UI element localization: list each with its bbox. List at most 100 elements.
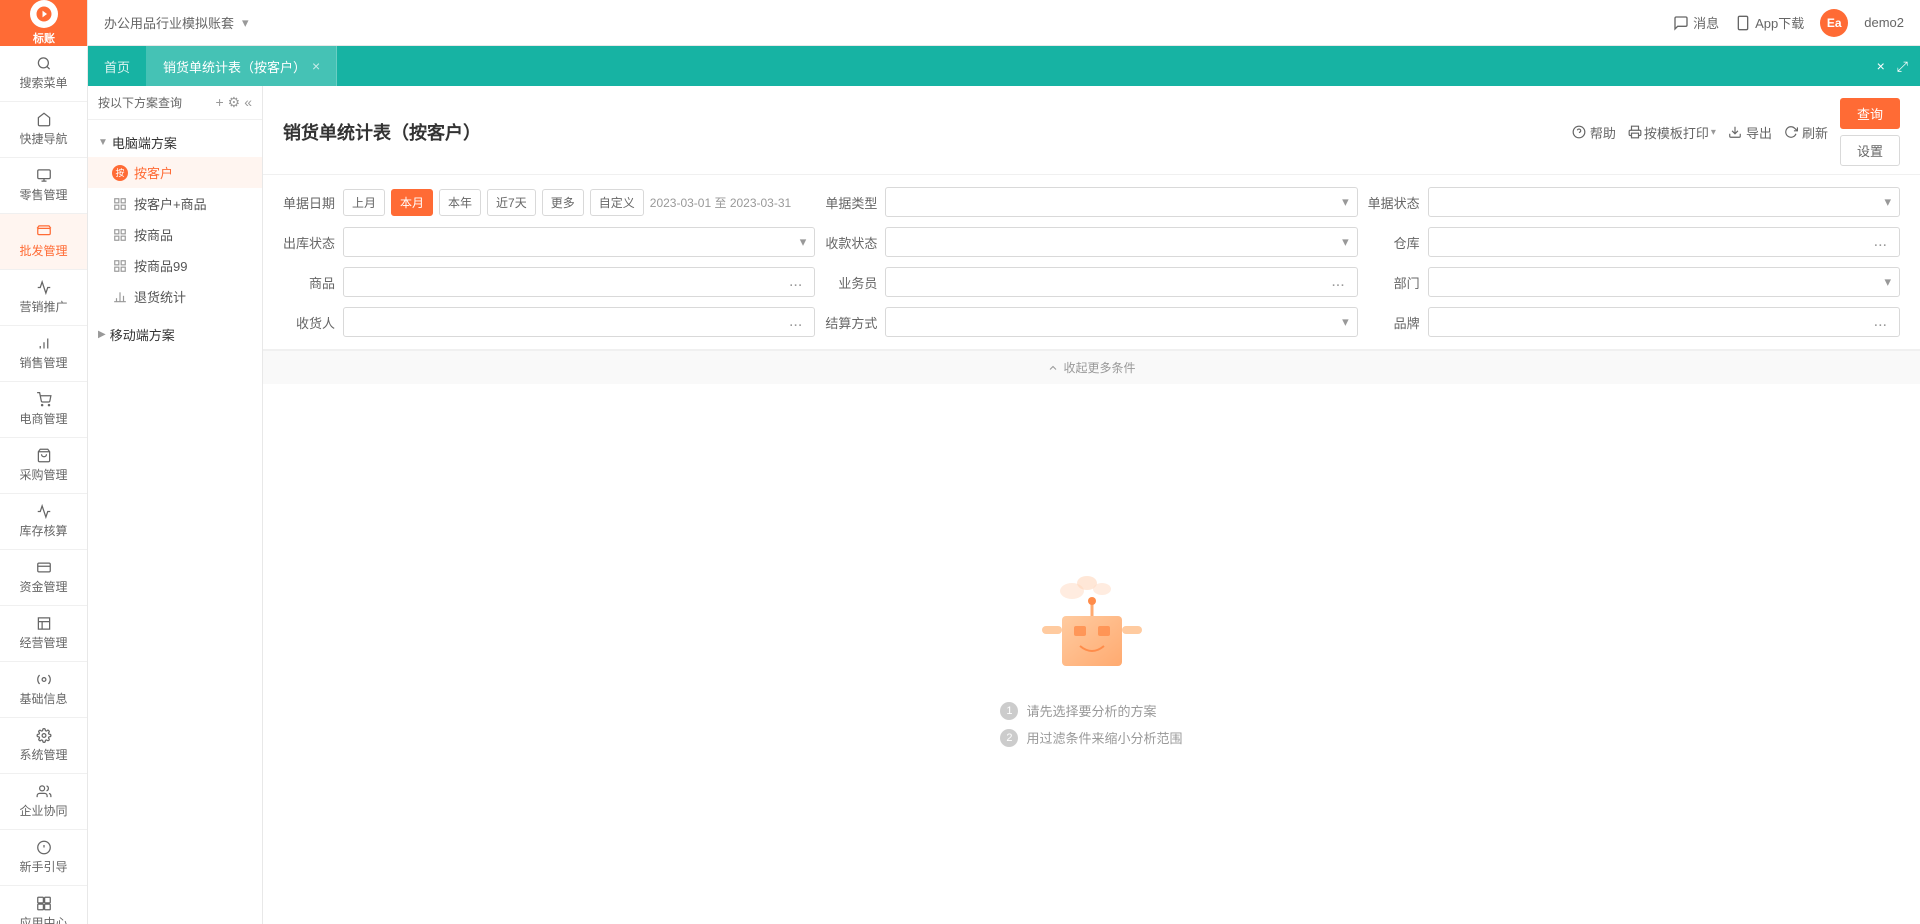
salesman-select[interactable]: ...	[885, 267, 1357, 297]
sidebar-item-wholesale[interactable]: 批发管理	[0, 214, 87, 270]
receipt-status-select[interactable]: ▾	[885, 227, 1357, 257]
brand-select[interactable]: ...	[1428, 307, 1900, 337]
order-type-select[interactable]: ▾	[885, 187, 1357, 217]
settlement-label: 结算方式	[825, 313, 885, 332]
product-select[interactable]: ...	[343, 267, 815, 297]
settings-button[interactable]: 设置	[1840, 135, 1900, 166]
sidebar-item-marketing[interactable]: 营销推广	[0, 270, 87, 326]
scheme-group-pc-header[interactable]: ▼ 电脑端方案	[88, 128, 262, 157]
sidebar-item-purchase[interactable]: 采购管理	[0, 438, 87, 494]
salesman-dots[interactable]: ...	[1327, 273, 1348, 291]
filter-cell-warehouse: 仓库 ...	[1368, 227, 1900, 257]
action-btn-group: 查询 设置	[1840, 98, 1900, 166]
date-btn-this-year[interactable]: 本年	[439, 189, 481, 216]
sidebar-item-basic[interactable]: 基础信息	[0, 662, 87, 718]
scheme-group-mobile-header[interactable]: ▶ 移动端方案	[88, 320, 262, 349]
date-btn-7days[interactable]: 近7天	[487, 189, 536, 216]
filter-cell-date: 单据日期 上月 本月 本年 近7天 更多 自定义 2023-03-01 至 20…	[283, 187, 815, 217]
warehouse-select[interactable]: ...	[1428, 227, 1900, 257]
export-label: 导出	[1746, 123, 1772, 142]
scheme-item-by-product[interactable]: 按商品	[88, 219, 262, 250]
order-type-arrow: ▾	[1342, 194, 1349, 210]
scheme-item-return-stats[interactable]: 退货统计	[88, 281, 262, 312]
product-label: 商品	[283, 273, 343, 292]
sidebar-item-search[interactable]: 搜索菜单	[0, 46, 87, 102]
brand-dots[interactable]: ...	[1870, 313, 1891, 331]
consignee-select[interactable]: ...	[343, 307, 815, 337]
consignee-label: 收货人	[283, 313, 343, 332]
sidebar-item-system[interactable]: 系统管理	[0, 718, 87, 774]
empty-tip-2: 2 用过滤条件来缩小分析范围	[1000, 728, 1182, 747]
filter-row-4: 收货人 ... 结算方式 ▾ 品牌	[283, 307, 1900, 337]
print-dropdown-icon[interactable]: ▾	[1711, 127, 1716, 138]
app-download-btn[interactable]: App下载	[1735, 13, 1804, 32]
tip-text-1: 请先选择要分析的方案	[1026, 701, 1156, 720]
help-label: 帮助	[1590, 123, 1616, 142]
order-status-select[interactable]: ▾	[1428, 187, 1900, 217]
sidebar-item-operation[interactable]: 经营管理	[0, 606, 87, 662]
scheme-group-label-pc: 电脑端方案	[112, 133, 177, 152]
scheme-add-icon[interactable]: +	[215, 94, 223, 111]
scheme-collapse-icon[interactable]: «	[244, 94, 252, 111]
print-btn[interactable]: 按模板打印 ▾	[1628, 123, 1716, 142]
export-btn[interactable]: 导出	[1728, 123, 1772, 142]
refresh-btn[interactable]: 刷新	[1784, 123, 1828, 142]
sidebar-item-quick-nav[interactable]: 快捷导航	[0, 102, 87, 158]
tab-current[interactable]: 销货单统计表（按客户） ×	[147, 46, 337, 86]
scheme-panel: 按以下方案查询 + ⚙ « ▼ 电脑端方案 按 按客户	[88, 86, 263, 924]
filter-row-1: 单据日期 上月 本月 本年 近7天 更多 自定义 2023-03-01 至 20…	[283, 187, 1900, 217]
sidebar-item-inventory[interactable]: 库存核算	[0, 494, 87, 550]
dropdown-arrow[interactable]: ▾	[242, 15, 249, 31]
print-icon	[1628, 125, 1642, 139]
sidebar-label-system: 系统管理	[19, 746, 67, 763]
product-dots[interactable]: ...	[785, 273, 806, 291]
consignee-dots[interactable]: ...	[785, 313, 806, 331]
user-name[interactable]: demo2	[1864, 15, 1904, 30]
scheme-settings-icon[interactable]: ⚙	[228, 94, 241, 111]
sidebar-item-sales[interactable]: 销售管理	[0, 326, 87, 382]
sidebar-label-sales: 销售管理	[19, 354, 67, 371]
filter-area: 单据日期 上月 本月 本年 近7天 更多 自定义 2023-03-01 至 20…	[263, 175, 1920, 350]
sidebar-item-app-center[interactable]: 应用中心	[0, 886, 87, 924]
tab-close-btn[interactable]: ×	[1873, 54, 1889, 78]
app-logo[interactable]: 标账	[0, 0, 88, 46]
date-btn-last-month[interactable]: 上月	[343, 189, 385, 216]
receipt-status-arrow: ▾	[1342, 234, 1349, 250]
tab-home-label: 首页	[104, 57, 130, 76]
tab-bar-actions: × ⤢	[1865, 46, 1920, 86]
sidebar-item-retail[interactable]: 零售管理	[0, 158, 87, 214]
scheme-group-mobile: ▶ 移动端方案	[88, 316, 262, 353]
settlement-select[interactable]: ▾	[885, 307, 1357, 337]
brand-label: 品牌	[1368, 313, 1428, 332]
department-select[interactable]: ▾	[1428, 267, 1900, 297]
sidebar-item-ecommerce[interactable]: 电商管理	[0, 382, 87, 438]
scheme-header-title: 按以下方案查询	[98, 94, 182, 111]
out-status-select[interactable]: ▾	[343, 227, 815, 257]
sidebar: 标账 搜索菜单 快捷导航 零售管理 批发管理 营销推广 销售管理 电商管理 采购…	[0, 0, 88, 924]
department-arrow: ▾	[1884, 274, 1891, 290]
scheme-item-by-customer[interactable]: 按 按客户	[88, 157, 262, 188]
print-label: 按模板打印	[1644, 123, 1709, 142]
sidebar-item-guide[interactable]: 新手引导	[0, 830, 87, 886]
header-right: 消息 App下载 Ea demo2	[1673, 9, 1904, 37]
sidebar-item-cooperation[interactable]: 企业协同	[0, 774, 87, 830]
sidebar-item-finance[interactable]: 资金管理	[0, 550, 87, 606]
scheme-item-by-product-99[interactable]: 按商品99	[88, 250, 262, 281]
scheme-item-label-by-customer-product: 按客户+商品	[134, 194, 207, 213]
sidebar-label-guide: 新手引导	[19, 858, 67, 875]
scheme-item-by-customer-product[interactable]: 按客户+商品	[88, 188, 262, 219]
query-button[interactable]: 查询	[1840, 98, 1900, 129]
user-avatar[interactable]: Ea	[1820, 9, 1848, 37]
scheme-group-arrow-mobile: ▶	[98, 329, 106, 340]
date-btn-more[interactable]: 更多	[542, 189, 584, 216]
collapse-bar[interactable]: 收起更多条件	[263, 350, 1920, 384]
date-btn-this-month[interactable]: 本月	[391, 189, 433, 216]
tab-close-icon[interactable]: ×	[312, 59, 320, 73]
help-btn[interactable]: 帮助	[1572, 123, 1616, 142]
message-btn[interactable]: 消息	[1673, 13, 1719, 32]
filter-row-3: 商品 ... 业务员 ... 部门	[283, 267, 1900, 297]
warehouse-dots[interactable]: ...	[1870, 233, 1891, 251]
tab-expand-btn[interactable]: ⤢	[1893, 54, 1912, 79]
date-btn-custom[interactable]: 自定义	[590, 189, 644, 216]
tab-home[interactable]: 首页	[88, 46, 147, 86]
